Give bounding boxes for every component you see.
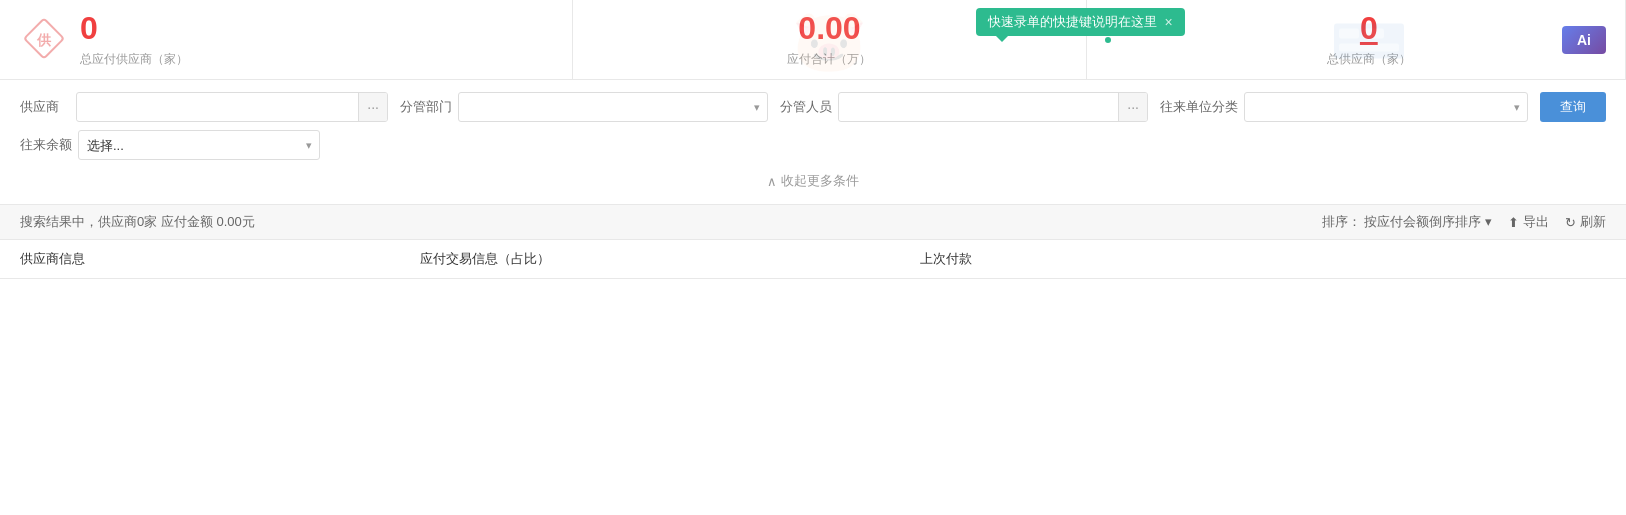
supplier-bg-icon [1329, 13, 1409, 66]
amount-filter-group: 往来余额 选择... ▾ [20, 130, 320, 160]
stat-total-suppliers: 0 总供应商（家） [1113, 0, 1626, 79]
person-input-wrapper: ··· [838, 92, 1148, 122]
person-input[interactable] [839, 95, 1118, 120]
results-bar: 搜索结果中，供应商0家 应付金额 0.00元 排序： 按应付会额倒序排序 ▾ ⬆… [0, 205, 1626, 240]
amount-label: 往来余额 [20, 136, 72, 154]
amount-select[interactable]: 选择... [78, 130, 320, 160]
supplier-input-wrapper: ··· [76, 92, 388, 122]
export-link[interactable]: ⬆ 导出 [1508, 213, 1549, 231]
sort-down-icon: ▾ [1485, 214, 1492, 229]
col-header-lastpay: 上次付款 [920, 250, 1606, 268]
amount-select-wrapper: 选择... ▾ [78, 130, 320, 160]
stats-bar: 供 0 总应付供应商（家） 🐷 0.00 应付合计（万） 快速录单的快捷键说明在… [0, 0, 1626, 80]
collapse-row: ∧ 收起更多条件 [20, 168, 1606, 196]
collapse-button[interactable]: ∧ 收起更多条件 [767, 172, 859, 190]
piggy-icon: 🐷 [792, 4, 867, 75]
table-header: 供应商信息 应付交易信息（占比） 上次付款 [0, 240, 1626, 279]
department-select[interactable] [458, 92, 768, 122]
tooltip-dot [1103, 35, 1113, 45]
col-header-supplier: 供应商信息 [20, 250, 420, 268]
tooltip-text: 快速录单的快捷键说明在这里 [988, 13, 1157, 31]
table-body [0, 279, 1626, 515]
col-header-payable: 应付交易信息（占比） [420, 250, 920, 268]
person-label: 分管人员 [780, 98, 832, 116]
unit-class-filter-group: 往来单位分类 ▾ [1160, 92, 1528, 122]
refresh-link[interactable]: ↻ 刷新 [1565, 213, 1606, 231]
results-actions: 排序： 按应付会额倒序排序 ▾ ⬆ 导出 ↻ 刷新 [1322, 213, 1606, 231]
filter-row-2: 往来余额 选择... ▾ [20, 130, 1606, 160]
unit-class-label: 往来单位分类 [1160, 98, 1238, 116]
supplier-input[interactable] [77, 95, 358, 120]
sort-label: 排序： 按应付会额倒序排序 ▾ [1322, 213, 1492, 231]
supplier-label: 供应商 [20, 98, 70, 116]
collapse-up-icon: ∧ [767, 174, 777, 189]
unit-class-select-wrapper: ▾ [1244, 92, 1528, 122]
department-label: 分管部门 [400, 98, 452, 116]
refresh-icon: ↻ [1565, 215, 1576, 230]
svg-rect-4 [1364, 28, 1384, 38]
ai-badge[interactable]: Ai [1562, 26, 1606, 54]
total-payable-suppliers-value: 0 [80, 11, 98, 46]
svg-rect-5 [1339, 43, 1399, 51]
person-filter-group: 分管人员 ··· [780, 92, 1148, 122]
export-icon: ⬆ [1508, 215, 1519, 230]
filter-row-1: 供应商 ··· 分管部门 ▾ 分管人员 ··· [20, 92, 1606, 122]
department-filter-group: 分管部门 ▾ [400, 92, 768, 122]
supplier-more-btn[interactable]: ··· [358, 93, 387, 121]
department-select-wrapper: ▾ [458, 92, 768, 122]
person-more-btn[interactable]: ··· [1118, 93, 1147, 121]
stat-total-payable-suppliers: 0 总应付供应商（家） [0, 0, 573, 79]
svg-text:供: 供 [36, 31, 52, 47]
total-payable-suppliers-label: 总应付供应商（家） [80, 51, 188, 68]
collapse-label: 收起更多条件 [781, 172, 859, 190]
supplier-filter-group: 供应商 ··· [20, 92, 388, 122]
tooltip-bubble: 快速录单的快捷键说明在这里 × [976, 8, 1185, 36]
query-button[interactable]: 查询 [1540, 92, 1606, 122]
unit-class-select[interactable] [1244, 92, 1528, 122]
svg-rect-3 [1339, 28, 1359, 38]
results-summary: 搜索结果中，供应商0家 应付金额 0.00元 [20, 213, 255, 231]
diamond-icon: 供 [22, 16, 66, 63]
tooltip-close-btn[interactable]: × [1165, 14, 1173, 30]
filter-section: 供应商 ··· 分管部门 ▾ 分管人员 ··· [0, 80, 1626, 205]
